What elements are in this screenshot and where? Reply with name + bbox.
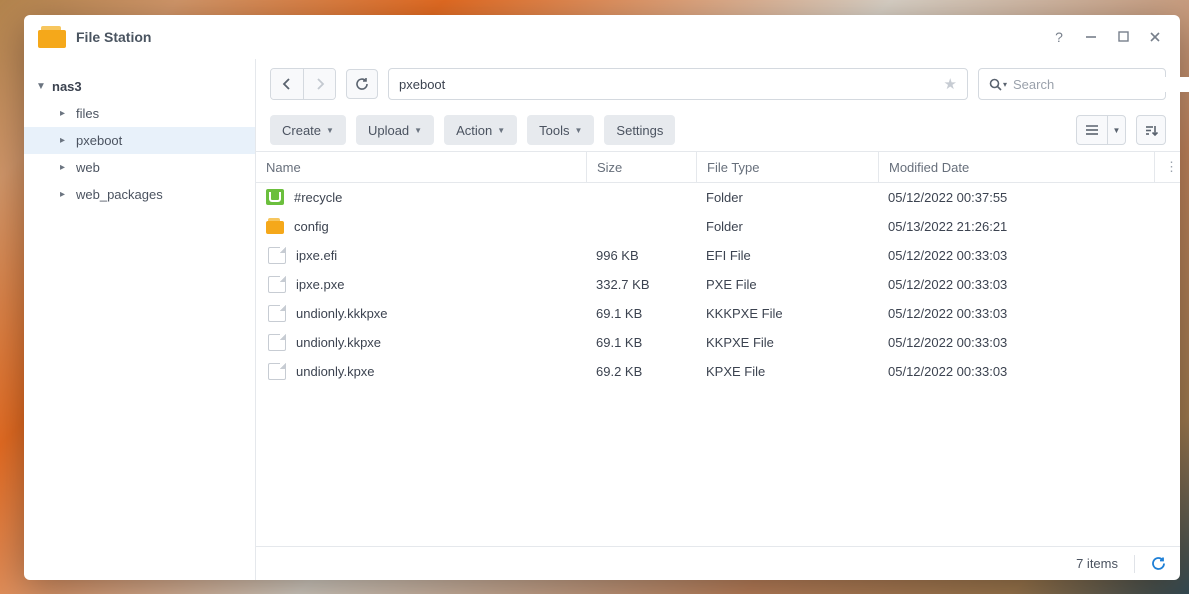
tree-root[interactable]: ▼ nas3: [24, 73, 255, 100]
file-type: KKPXE File: [696, 335, 878, 350]
app-title: File Station: [76, 29, 151, 45]
sidebar-item-label: files: [76, 106, 99, 121]
maximize-button[interactable]: [1112, 26, 1134, 48]
sidebar-item-web_packages[interactable]: ▸ web_packages: [24, 181, 255, 208]
caret-right-icon: ▸: [60, 108, 70, 119]
search-dropdown-icon: ▾: [1003, 80, 1007, 89]
separator: [1134, 555, 1135, 573]
file-type: Folder: [696, 219, 878, 234]
search-box[interactable]: ▾: [978, 68, 1166, 100]
file-type: KPXE File: [696, 364, 878, 379]
file-size: 332.7 KB: [586, 277, 696, 292]
file-type: Folder: [696, 190, 878, 205]
file-date: 05/12/2022 00:33:03: [878, 335, 1154, 350]
item-count: 7 items: [1076, 556, 1118, 571]
sidebar-item-files[interactable]: ▸ files: [24, 100, 255, 127]
settings-button[interactable]: Settings: [604, 115, 675, 145]
table-row[interactable]: #recycle Folder05/12/2022 00:37:55: [256, 183, 1180, 212]
table-row[interactable]: config Folder05/13/2022 21:26:21: [256, 212, 1180, 241]
header-name[interactable]: Name: [256, 152, 586, 182]
table-row[interactable]: undionly.kkkpxe 69.1 KBKKKPXE File05/12/2…: [256, 299, 1180, 328]
recycle-icon: [266, 189, 284, 205]
file-icon: [268, 276, 286, 293]
header-type[interactable]: File Type: [696, 152, 878, 182]
file-date: 05/12/2022 00:33:03: [878, 277, 1154, 292]
file-icon: [268, 363, 286, 380]
file-date: 05/12/2022 00:33:03: [878, 364, 1154, 379]
file-size: 69.2 KB: [586, 364, 696, 379]
file-name: ipxe.efi: [296, 248, 337, 263]
create-button[interactable]: Create▼: [270, 115, 346, 145]
file-table: Name Size File Type Modified Date ⋮ #rec…: [256, 151, 1180, 546]
file-name: undionly.kpxe: [296, 364, 375, 379]
caret-down-icon: ▼: [36, 81, 46, 92]
file-type: PXE File: [696, 277, 878, 292]
list-view-icon[interactable]: [1077, 116, 1107, 144]
file-name: ipxe.pxe: [296, 277, 344, 292]
tree-root-label: nas3: [52, 79, 82, 94]
nav-history: [270, 68, 336, 100]
nav-toolbar: ★ ▾: [256, 59, 1180, 109]
view-dropdown-icon[interactable]: ▼: [1107, 116, 1125, 144]
tools-button[interactable]: Tools▼: [527, 115, 594, 145]
file-date: 05/13/2022 21:26:21: [878, 219, 1154, 234]
status-refresh-icon[interactable]: [1151, 556, 1166, 571]
sidebar-item-pxeboot[interactable]: ▸ pxeboot: [24, 127, 255, 154]
table-row[interactable]: undionly.kpxe 69.2 KBKPXE File05/12/2022 …: [256, 357, 1180, 386]
sidebar: ▼ nas3 ▸ files ▸ pxeboot ▸ web ▸ web_packages: [24, 59, 256, 580]
action-button[interactable]: Action▼: [444, 115, 517, 145]
file-name: undionly.kkpxe: [296, 335, 381, 350]
favorite-star-icon[interactable]: ★: [944, 75, 957, 93]
main-panel: ★ ▾ Create▼ Upload▼ Action▼ Tools▼ Setti…: [256, 59, 1180, 580]
header-date[interactable]: Modified Date: [878, 152, 1154, 182]
close-button[interactable]: [1144, 26, 1166, 48]
file-icon: [268, 305, 286, 322]
table-row[interactable]: undionly.kkpxe 69.1 KBKKPXE File05/12/202…: [256, 328, 1180, 357]
titlebar: File Station ?: [24, 15, 1180, 59]
file-size: 69.1 KB: [586, 306, 696, 321]
table-row[interactable]: ipxe.pxe 332.7 KBPXE File05/12/2022 00:33…: [256, 270, 1180, 299]
file-name: config: [294, 219, 329, 234]
sidebar-item-label: pxeboot: [76, 133, 122, 148]
caret-right-icon: ▸: [60, 189, 70, 200]
sidebar-item-label: web_packages: [76, 187, 163, 202]
table-header: Name Size File Type Modified Date ⋮: [256, 151, 1180, 183]
file-station-window: File Station ? ▼ nas3 ▸ files ▸ pxeboot ▸ web…: [24, 15, 1180, 580]
file-type: EFI File: [696, 248, 878, 263]
file-icon: [268, 247, 286, 264]
action-toolbar: Create▼ Upload▼ Action▼ Tools▼ Settings …: [256, 109, 1180, 151]
help-button[interactable]: ?: [1048, 26, 1070, 48]
path-input[interactable]: [399, 77, 936, 92]
sidebar-item-web[interactable]: ▸ web: [24, 154, 255, 181]
search-input[interactable]: [1013, 77, 1189, 92]
file-date: 05/12/2022 00:33:03: [878, 306, 1154, 321]
file-size: 996 KB: [586, 248, 696, 263]
upload-button[interactable]: Upload▼: [356, 115, 434, 145]
file-icon: [268, 334, 286, 351]
header-more-icon[interactable]: ⋮: [1154, 152, 1180, 182]
file-name: #recycle: [294, 190, 342, 205]
sort-button[interactable]: [1136, 115, 1166, 145]
sidebar-item-label: web: [76, 160, 100, 175]
file-type: KKKPXE File: [696, 306, 878, 321]
back-button[interactable]: [271, 69, 303, 99]
minimize-button[interactable]: [1080, 26, 1102, 48]
status-bar: 7 items: [256, 546, 1180, 580]
search-icon[interactable]: ▾: [989, 78, 1007, 91]
file-date: 05/12/2022 00:37:55: [878, 190, 1154, 205]
header-size[interactable]: Size: [586, 152, 696, 182]
path-box[interactable]: ★: [388, 68, 968, 100]
file-name: undionly.kkkpxe: [296, 306, 388, 321]
refresh-button[interactable]: [346, 69, 378, 99]
forward-button[interactable]: [303, 69, 335, 99]
caret-right-icon: ▸: [60, 135, 70, 146]
table-row[interactable]: ipxe.efi 996 KBEFI File05/12/2022 00:33:0…: [256, 241, 1180, 270]
caret-right-icon: ▸: [60, 162, 70, 173]
folder-icon: [266, 218, 284, 234]
file-size: 69.1 KB: [586, 335, 696, 350]
app-folder-icon: [38, 26, 66, 48]
view-mode-control[interactable]: ▼: [1076, 115, 1126, 145]
file-date: 05/12/2022 00:33:03: [878, 248, 1154, 263]
